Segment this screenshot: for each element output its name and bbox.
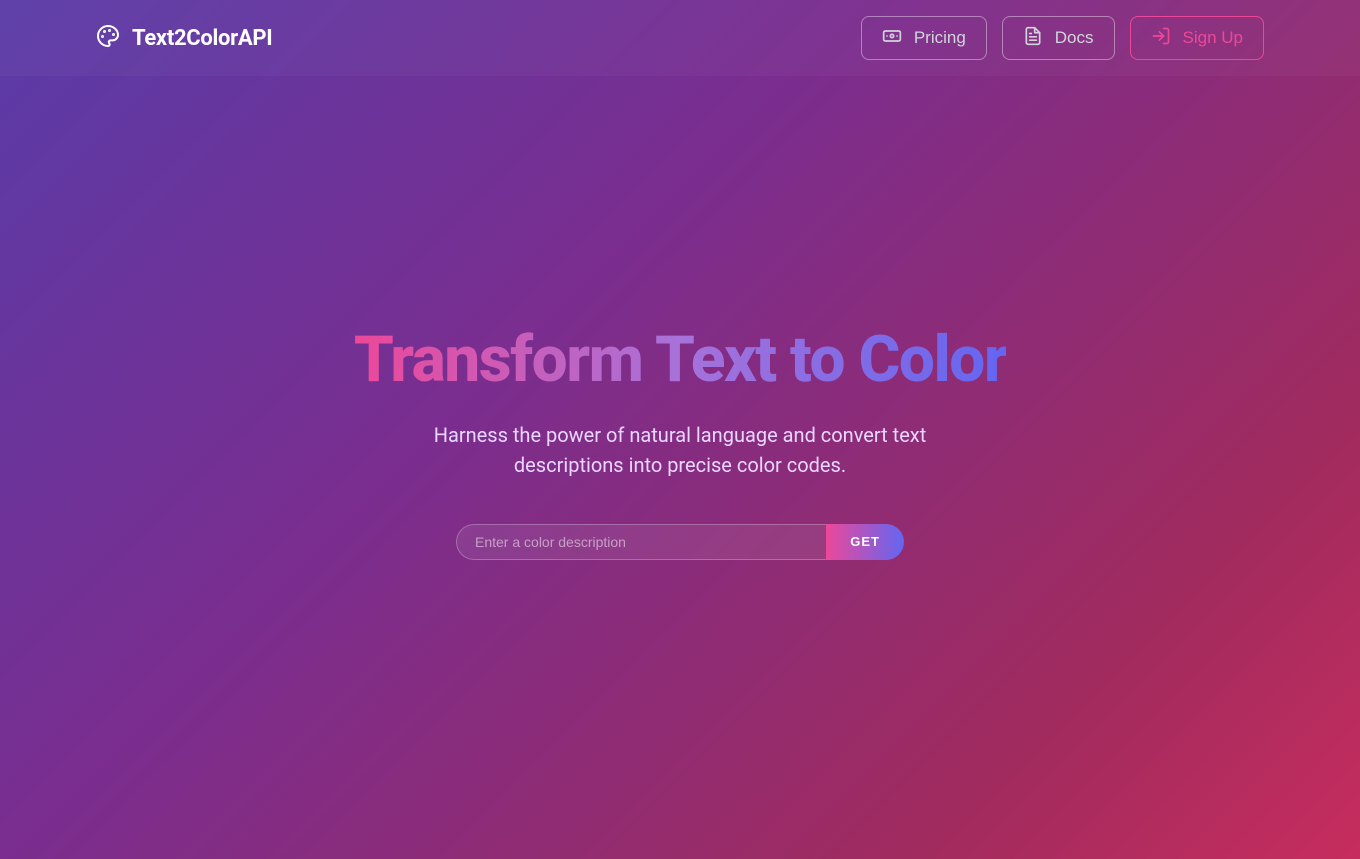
logo[interactable]: Text2ColorAPI [96,24,272,52]
header: Text2ColorAPI Pricing [0,0,1360,76]
hero-title: Transform Text to Color [354,325,1006,395]
banknote-icon [882,26,902,51]
main-content: Transform Text to Color Harness the powe… [0,76,1360,859]
pricing-label: Pricing [914,28,966,48]
palette-icon [96,24,120,52]
color-description-input[interactable] [456,524,826,560]
docs-button[interactable]: Docs [1002,16,1115,60]
pricing-button[interactable]: Pricing [861,16,987,60]
hero-subtitle: Harness the power of natural language an… [400,420,960,480]
logo-text: Text2ColorAPI [132,26,272,51]
get-button[interactable]: GET [826,524,904,560]
nav-buttons: Pricing Docs S [861,16,1264,60]
search-container: GET [456,524,904,560]
signup-label: Sign Up [1183,28,1243,48]
signup-button[interactable]: Sign Up [1130,16,1264,60]
docs-label: Docs [1055,28,1094,48]
login-icon [1151,26,1171,51]
file-text-icon [1023,26,1043,51]
